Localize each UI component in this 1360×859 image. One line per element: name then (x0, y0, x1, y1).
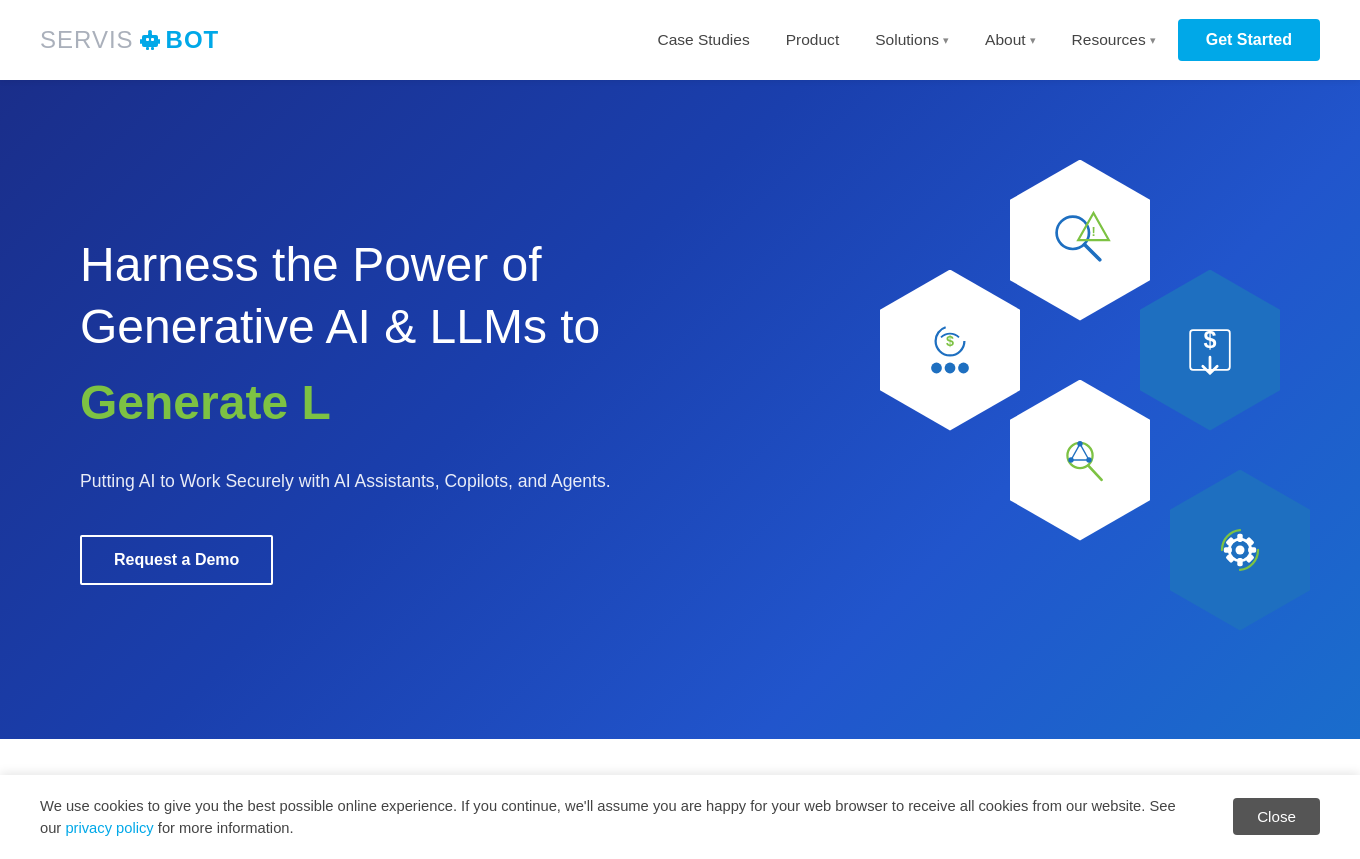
svg-rect-32 (1224, 547, 1232, 552)
svg-rect-36 (1225, 554, 1235, 564)
svg-rect-35 (1245, 537, 1255, 547)
hex-grid: ! $ (860, 150, 1360, 670)
svg-point-22 (1077, 441, 1082, 446)
nav-links: Case Studies Product Solutions ▾ About ▾… (643, 19, 1320, 61)
hero-subtitle: Putting AI to Work Securely with AI Assi… (80, 467, 611, 495)
hero-section: Harness the Power of Generative AI & LLM… (0, 80, 1360, 739)
resources-chevron-icon: ▾ (1150, 34, 1156, 47)
svg-line-10 (1085, 245, 1100, 260)
hero-title: Harness the Power of Generative AI & LLM… (80, 234, 611, 359)
hex-gear (1170, 470, 1310, 631)
logo-bot: BOT (166, 26, 220, 54)
nav-case-studies[interactable]: Case Studies (643, 23, 763, 57)
nav-product[interactable]: Product (772, 23, 853, 57)
svg-point-20 (1067, 443, 1092, 468)
svg-rect-30 (1237, 534, 1242, 542)
solutions-chevron-icon: ▾ (943, 34, 949, 47)
get-started-button[interactable]: Get Started (1178, 19, 1320, 61)
logo-servis: SERVIS (40, 26, 134, 54)
svg-point-16 (945, 363, 956, 374)
hex-alert: ! (1010, 160, 1150, 321)
svg-text:$: $ (946, 333, 954, 349)
navbar: SERVIS BOT Case Studies Product Solution… (0, 0, 1360, 80)
hex-revenue: $ (880, 270, 1020, 431)
hero-content: Harness the Power of Generative AI & LLM… (80, 234, 611, 585)
hex-savings: $ (1140, 270, 1280, 431)
svg-rect-6 (158, 39, 160, 44)
svg-rect-0 (142, 35, 158, 47)
nav-solutions[interactable]: Solutions ▾ (861, 23, 963, 57)
logo-robot-icon (136, 26, 164, 54)
svg-point-17 (958, 363, 969, 374)
svg-rect-7 (146, 47, 149, 50)
svg-point-15 (931, 363, 942, 374)
logo[interactable]: SERVIS BOT (40, 26, 219, 54)
svg-rect-33 (1248, 547, 1256, 552)
svg-text:$: $ (1203, 327, 1216, 353)
svg-rect-2 (151, 38, 154, 41)
svg-point-29 (1236, 546, 1245, 555)
svg-rect-5 (140, 39, 142, 44)
hero-animated-text: Generate L (80, 375, 611, 435)
request-demo-button[interactable]: Request a Demo (80, 535, 273, 585)
svg-rect-1 (146, 38, 149, 41)
svg-rect-8 (151, 47, 154, 50)
nav-about[interactable]: About ▾ (971, 23, 1050, 57)
hex-search-connect (1010, 380, 1150, 541)
svg-line-21 (1089, 466, 1102, 480)
nav-resources[interactable]: Resources ▾ (1058, 23, 1170, 57)
svg-text:!: ! (1091, 225, 1095, 239)
svg-rect-31 (1237, 558, 1242, 566)
about-chevron-icon: ▾ (1030, 34, 1036, 47)
svg-point-4 (148, 30, 152, 34)
